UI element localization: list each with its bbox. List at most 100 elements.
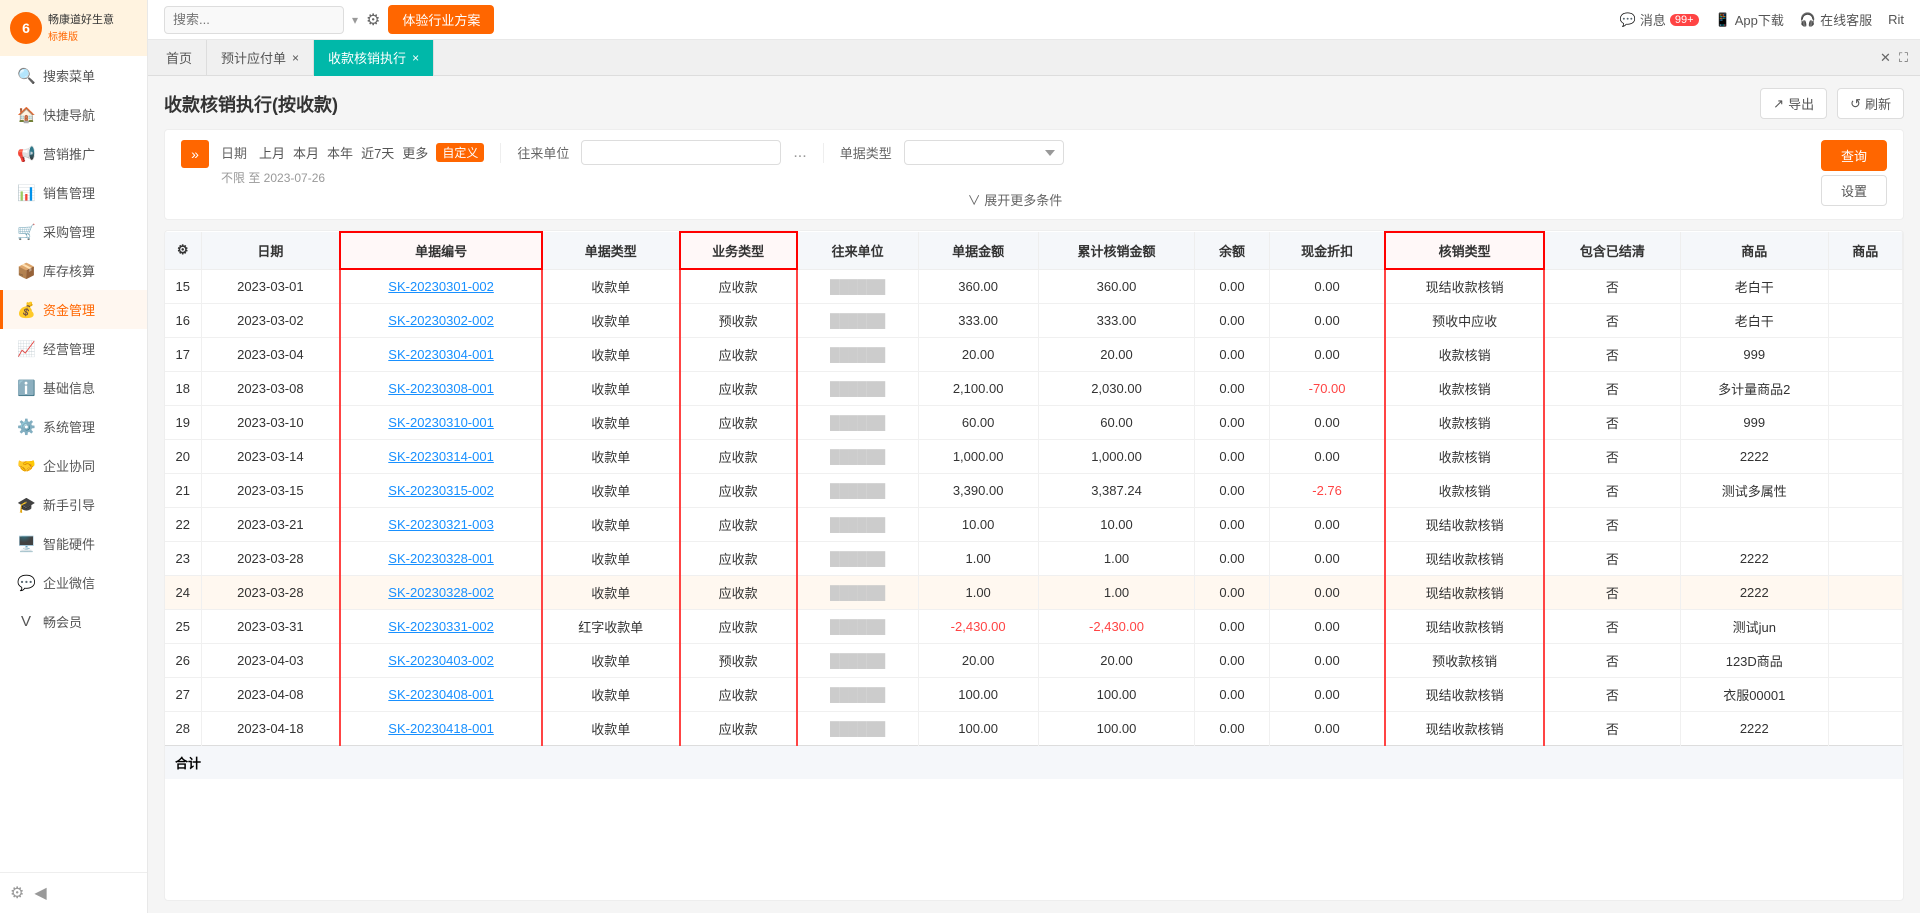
cell-date: 2023-04-03 bbox=[201, 644, 340, 678]
settings-bottom-icon[interactable]: ⚙ bbox=[10, 883, 24, 903]
col-cum-cancel: 累计核销金额 bbox=[1038, 232, 1195, 269]
cell-doc-no[interactable]: SK-20230328-001 bbox=[340, 542, 542, 576]
sidebar-item-finance[interactable]: 💰 资金管理 bbox=[0, 290, 147, 329]
user-label[interactable]: Rit bbox=[1888, 12, 1904, 27]
cell-biz-type: 应收款 bbox=[680, 508, 797, 542]
query-button[interactable]: 查询 bbox=[1821, 140, 1887, 171]
export-button[interactable]: ↗ 导出 bbox=[1760, 88, 1827, 119]
tab-home[interactable]: 首页 bbox=[152, 40, 207, 76]
tabs-controls: ✕ ⛶ bbox=[1872, 50, 1916, 66]
table-row: 27 2023-04-08 SK-20230408-001 收款单 应收款 ██… bbox=[165, 678, 1903, 712]
cell-doc-no[interactable]: SK-20230314-001 bbox=[340, 440, 542, 474]
cell-doc-type: 收款单 bbox=[542, 304, 680, 338]
expand-more-btn[interactable]: ∨ 展开更多条件 bbox=[968, 189, 1063, 212]
cell-no: 27 bbox=[165, 678, 201, 712]
col-no: 日期 bbox=[201, 232, 340, 269]
col-doc-type: 单据类型 bbox=[542, 232, 680, 269]
solution-button[interactable]: 体验行业方案 bbox=[388, 5, 494, 34]
cell-amount: 20.00 bbox=[918, 338, 1038, 372]
tab-close-all-icon[interactable]: ✕ bbox=[1880, 50, 1891, 66]
service-button[interactable]: 🎧 在线客服 bbox=[1800, 10, 1872, 29]
cell-doc-no[interactable]: SK-20230418-001 bbox=[340, 712, 542, 746]
cell-doc-no[interactable]: SK-20230304-001 bbox=[340, 338, 542, 372]
topbar-gear-icon[interactable]: ⚙ bbox=[366, 10, 380, 30]
sidebar-item-hardware[interactable]: 🖥️ 智能硬件 bbox=[0, 524, 147, 563]
sidebar-item-operations[interactable]: 📈 经营管理 bbox=[0, 329, 147, 368]
sidebar-item-purchase[interactable]: 🛒 采购管理 bbox=[0, 212, 147, 251]
collapse-icon[interactable]: ◀ bbox=[34, 883, 46, 903]
cell-product2 bbox=[1828, 644, 1902, 678]
cell-doc-no[interactable]: SK-20230315-002 bbox=[340, 474, 542, 508]
cell-balance: 0.00 bbox=[1195, 508, 1269, 542]
cell-doc-no[interactable]: SK-20230302-002 bbox=[340, 304, 542, 338]
cell-doc-no[interactable]: SK-20230301-002 bbox=[340, 269, 542, 304]
cell-amount: 1,000.00 bbox=[918, 440, 1038, 474]
date-custom-btn[interactable]: 自定义 bbox=[436, 143, 484, 162]
tab-receipts[interactable]: 收款核销执行 × bbox=[314, 40, 434, 76]
cell-doc-no[interactable]: SK-20230408-001 bbox=[340, 678, 542, 712]
sidebar: 6 畅康道好生意 标推版 🔍 搜索菜单 🏠 快捷导航 📢 营销推广 📊 销售管理… bbox=[0, 0, 148, 913]
sidebar-item-basic[interactable]: ℹ️ 基础信息 bbox=[0, 368, 147, 407]
col-settings[interactable]: ⚙ bbox=[165, 232, 201, 269]
cell-date: 2023-03-28 bbox=[201, 576, 340, 610]
cell-product: 老白干 bbox=[1681, 269, 1828, 304]
tab-prepay[interactable]: 预计应付单 × bbox=[207, 40, 314, 76]
table-row: 16 2023-03-02 SK-20230302-002 收款单 预收款 ██… bbox=[165, 304, 1903, 338]
sidebar-item-sales[interactable]: 📊 销售管理 bbox=[0, 173, 147, 212]
cell-doc-no[interactable]: SK-20230308-001 bbox=[340, 372, 542, 406]
cell-amount: -2,430.00 bbox=[918, 610, 1038, 644]
sidebar-label-collab: 企业协同 bbox=[43, 456, 95, 475]
sidebar-item-guide[interactable]: 🎓 新手引导 bbox=[0, 485, 147, 524]
sidebar-item-marketing[interactable]: 📢 营销推广 bbox=[0, 134, 147, 173]
tab-receipts-close[interactable]: × bbox=[412, 51, 419, 65]
app-download-button[interactable]: 📱 App下载 bbox=[1715, 10, 1784, 29]
partner-filter-input[interactable] bbox=[581, 140, 781, 165]
sidebar-item-wechat[interactable]: 💬 企业微信 bbox=[0, 563, 147, 602]
date-link-7days[interactable]: 近7天 bbox=[361, 143, 394, 162]
cell-no: 22 bbox=[165, 508, 201, 542]
cell-cash-discount: 0.00 bbox=[1269, 269, 1385, 304]
cell-no: 26 bbox=[165, 644, 201, 678]
receipt-type-select[interactable] bbox=[904, 140, 1064, 165]
cell-doc-no[interactable]: SK-20230403-002 bbox=[340, 644, 542, 678]
cell-doc-no[interactable]: SK-20230310-001 bbox=[340, 406, 542, 440]
cell-include-settled: 否 bbox=[1544, 508, 1681, 542]
tab-maximize-icon[interactable]: ⛶ bbox=[1899, 50, 1908, 66]
cell-cum-cancel: 360.00 bbox=[1038, 269, 1195, 304]
footer-empty-9 bbox=[1544, 746, 1681, 780]
cell-balance: 0.00 bbox=[1195, 712, 1269, 746]
footer-empty-8 bbox=[1385, 746, 1543, 780]
filter-toggle-button[interactable]: » bbox=[181, 140, 209, 168]
cell-doc-no[interactable]: SK-20230321-003 bbox=[340, 508, 542, 542]
sidebar-item-collab[interactable]: 🤝 企业协同 bbox=[0, 446, 147, 485]
cell-product: 多计量商品2 bbox=[1681, 372, 1828, 406]
table-settings-icon[interactable]: ⚙ bbox=[177, 242, 189, 257]
cell-biz-type: 应收款 bbox=[680, 269, 797, 304]
cell-doc-no[interactable]: SK-20230328-002 bbox=[340, 576, 542, 610]
sidebar-label-member: 畅会员 bbox=[43, 612, 82, 631]
tab-prepay-close[interactable]: × bbox=[292, 51, 299, 65]
sidebar-item-system[interactable]: ⚙️ 系统管理 bbox=[0, 407, 147, 446]
cell-no: 19 bbox=[165, 406, 201, 440]
cell-cash-discount: 0.00 bbox=[1269, 338, 1385, 372]
footer-empty-11 bbox=[1828, 746, 1902, 780]
sidebar-item-member[interactable]: V 畅会员 bbox=[0, 602, 147, 641]
sidebar-label-basic: 基础信息 bbox=[43, 378, 95, 397]
footer-empty-4 bbox=[918, 746, 1038, 780]
topbar-search-input[interactable] bbox=[164, 6, 344, 34]
cell-include-settled: 否 bbox=[1544, 269, 1681, 304]
date-link-more[interactable]: 更多 bbox=[402, 143, 428, 162]
cell-product2 bbox=[1828, 269, 1902, 304]
date-link-thismonth[interactable]: 本月 bbox=[293, 143, 319, 162]
sidebar-item-inventory[interactable]: 📦 库存核算 bbox=[0, 251, 147, 290]
date-link-lastmonth[interactable]: 上月 bbox=[259, 143, 285, 162]
settings-filter-button[interactable]: 设置 bbox=[1821, 175, 1887, 206]
cell-product: 2222 bbox=[1681, 440, 1828, 474]
cell-doc-no[interactable]: SK-20230331-002 bbox=[340, 610, 542, 644]
sidebar-item-search[interactable]: 🔍 搜索菜单 bbox=[0, 56, 147, 95]
message-button[interactable]: 💬 消息 99+ bbox=[1620, 10, 1699, 29]
sidebar-item-quicknav[interactable]: 🏠 快捷导航 bbox=[0, 95, 147, 134]
refresh-button[interactable]: ↺ 刷新 bbox=[1837, 88, 1904, 119]
date-link-thisyear[interactable]: 本年 bbox=[327, 143, 353, 162]
cell-balance: 0.00 bbox=[1195, 542, 1269, 576]
